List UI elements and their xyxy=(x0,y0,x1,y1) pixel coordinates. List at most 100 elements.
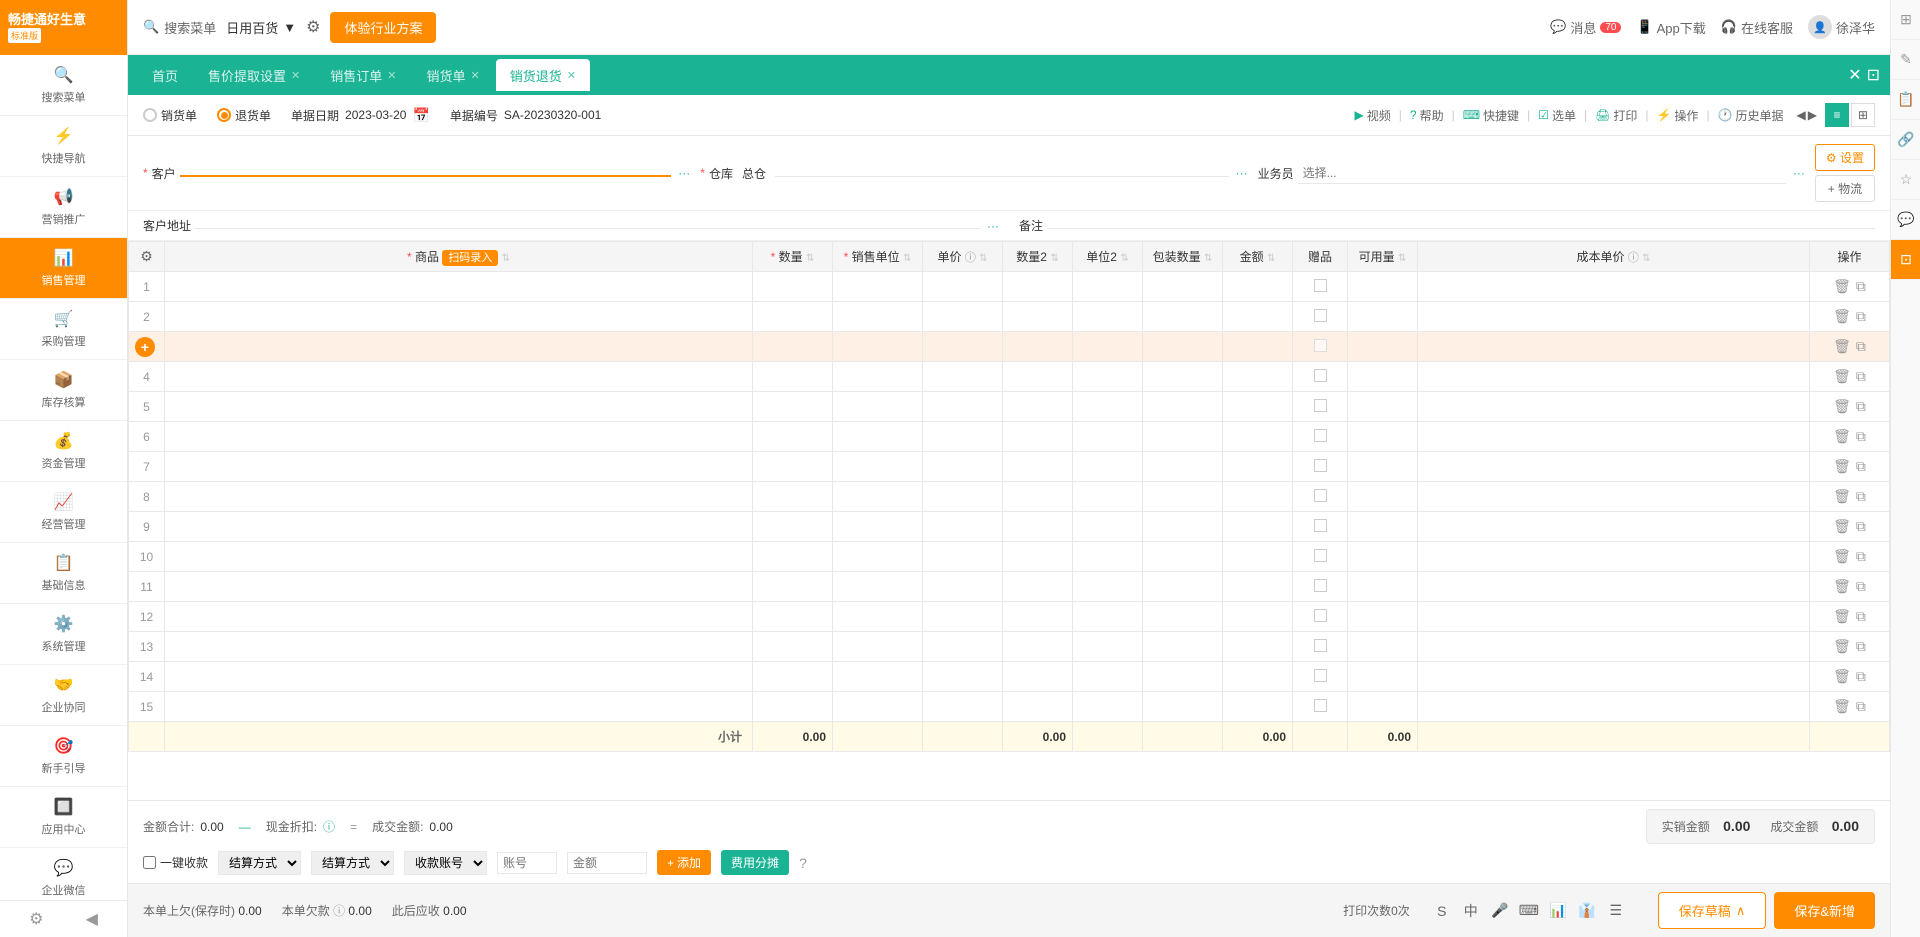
app-download-btn[interactable]: 📱 App下载 xyxy=(1636,18,1705,37)
copy-icon[interactable]: ⧉ xyxy=(1856,638,1866,655)
row-3-cost[interactable] xyxy=(1418,332,1810,362)
help-btn[interactable]: ? 帮助 xyxy=(1410,107,1444,124)
price-sort-icon[interactable]: ⇅ xyxy=(979,253,987,264)
print-btn[interactable]: 🖨 打印 xyxy=(1595,107,1637,124)
add-row-button[interactable]: + xyxy=(135,337,155,357)
search-menu-btn[interactable]: 🔍 搜索菜单 xyxy=(143,18,216,37)
row-1-qty2[interactable] xyxy=(1003,272,1073,302)
copy-icon[interactable]: ⧉ xyxy=(1856,398,1866,415)
delete-icon[interactable]: 🗑 xyxy=(1833,608,1851,625)
cost-info-icon[interactable]: ⓘ xyxy=(1628,252,1639,264)
product-sort-icon[interactable]: ⇅ xyxy=(502,253,510,264)
sidebar-item-operation[interactable]: 📈 经营管理 xyxy=(0,482,127,543)
user-menu[interactable]: 👤 徐泽华 xyxy=(1808,15,1875,39)
unit2-sort-icon[interactable]: ⇅ xyxy=(1120,253,1128,264)
save-draft-chevron-icon[interactable]: ∧ xyxy=(1736,903,1746,919)
owe-info-icon[interactable]: ⓘ xyxy=(333,904,345,918)
row-2-qty[interactable] xyxy=(753,302,833,332)
right-panel-icon-6[interactable]: 💬 xyxy=(1891,200,1920,240)
row-3-price[interactable] xyxy=(923,332,1003,362)
grid-view-btn[interactable]: ≡ xyxy=(1825,103,1849,127)
row-3-product-input[interactable] xyxy=(165,332,753,362)
row-1-unit2[interactable] xyxy=(1073,272,1143,302)
row-3-unit2[interactable] xyxy=(1073,332,1143,362)
delete-icon[interactable]: 🗑 xyxy=(1833,578,1851,595)
copy-icon[interactable]: ⧉ xyxy=(1856,548,1866,565)
notes-input[interactable] xyxy=(1047,222,1875,229)
restore-tab-icon[interactable]: ⊡ xyxy=(1867,65,1880,85)
tab-sales-order-close[interactable]: ✕ xyxy=(387,69,396,82)
copy-icon[interactable]: ⧉ xyxy=(1856,428,1866,445)
calc-method-select[interactable]: 结算方式 xyxy=(311,851,394,875)
sidebar-item-finance[interactable]: 💰 资金管理 xyxy=(0,421,127,482)
qty2-sort-icon[interactable]: ⇅ xyxy=(1050,253,1058,264)
sidebar-item-enterprise[interactable]: 🤝 企业协同 xyxy=(0,665,127,726)
right-panel-icon-7[interactable]: ⊡ xyxy=(1891,240,1920,280)
row-2-cost[interactable] xyxy=(1418,302,1810,332)
salesperson-more-btn[interactable]: ··· xyxy=(1793,166,1805,180)
copy-icon[interactable]: ⧉ xyxy=(1856,578,1866,595)
row-1-unit[interactable] xyxy=(833,272,923,302)
row-2-unit[interactable] xyxy=(833,302,923,332)
delete-icon[interactable]: 🗑 xyxy=(1833,698,1851,715)
row-2-amount[interactable] xyxy=(1223,302,1293,332)
right-panel-icon-2[interactable]: ✎ xyxy=(1891,40,1920,80)
close-tab-icon[interactable]: ✕ xyxy=(1848,65,1861,85)
bottom-icon-4[interactable]: ⌨ xyxy=(1517,899,1541,923)
row-3-available[interactable] xyxy=(1348,332,1418,362)
row-1-price[interactable] xyxy=(923,272,1003,302)
row-3-qty[interactable] xyxy=(753,332,833,362)
account-select[interactable]: 收款账号 xyxy=(404,851,487,875)
split-info-icon[interactable]: ? xyxy=(799,855,807,871)
bottom-icon-7[interactable]: ☰ xyxy=(1604,899,1628,923)
row-1-amount[interactable] xyxy=(1223,272,1293,302)
settings-icon[interactable]: ⚙ xyxy=(306,17,320,37)
copy-icon[interactable]: ⧉ xyxy=(1856,518,1866,535)
list-view-btn[interactable]: ⊞ xyxy=(1851,103,1875,127)
one-click-checkbox[interactable] xyxy=(143,856,156,869)
bottom-icon-5[interactable]: 📊 xyxy=(1546,899,1570,923)
one-click-payment[interactable]: 一键收款 xyxy=(143,854,208,871)
prev-icon[interactable]: ◀ xyxy=(1797,108,1806,122)
logistics-btn[interactable]: + 物流 xyxy=(1815,175,1875,202)
next-icon[interactable]: ▶ xyxy=(1808,108,1817,122)
copy-icon[interactable]: ⧉ xyxy=(1856,368,1866,385)
row-1-gift[interactable] xyxy=(1293,272,1348,302)
row-3-gift[interactable] xyxy=(1293,332,1348,362)
row-3-packqty[interactable] xyxy=(1143,332,1223,362)
delete-row-1-icon[interactable]: 🗑 xyxy=(1833,278,1851,295)
address-more-btn[interactable]: ··· xyxy=(987,219,999,233)
select-order-btn[interactable]: ☑ 选单 xyxy=(1538,107,1576,124)
sidebar-item-inventory[interactable]: 📦 库存核算 xyxy=(0,360,127,421)
sidebar-item-purchase[interactable]: 🛒 采购管理 xyxy=(0,299,127,360)
row-2-price[interactable] xyxy=(923,302,1003,332)
delete-icon[interactable]: 🗑 xyxy=(1833,488,1851,505)
tab-price-settings[interactable]: 售价提取设置 ✕ xyxy=(194,59,314,91)
sidebar-item-marketing[interactable]: 📢 营销推广 xyxy=(0,177,127,238)
copy-row-2-icon[interactable]: ⧉ xyxy=(1856,308,1866,325)
row-2-product[interactable] xyxy=(165,302,753,332)
save-draft-button[interactable]: 保存草稿 ∧ xyxy=(1658,892,1767,929)
customer-more-btn[interactable]: ··· xyxy=(678,166,690,180)
payment-method-select[interactable]: 结算方式 xyxy=(218,851,301,875)
delete-icon[interactable]: 🗑 xyxy=(1833,638,1851,655)
table-settings-icon[interactable]: ⚙ xyxy=(140,248,153,264)
avail-sort-icon[interactable]: ⇅ xyxy=(1398,253,1406,264)
customer-input[interactable] xyxy=(180,169,672,177)
delete-row-2-icon[interactable]: 🗑 xyxy=(1833,308,1851,325)
bottom-icon-3[interactable]: 🎤 xyxy=(1488,899,1512,923)
add-payment-btn[interactable]: + 添加 xyxy=(657,850,711,875)
row-3-qty2[interactable] xyxy=(1003,332,1073,362)
warehouse-more-btn[interactable]: ··· xyxy=(1236,166,1248,180)
copy-icon[interactable]: ⧉ xyxy=(1856,668,1866,685)
right-panel-icon-4[interactable]: 🔗 xyxy=(1891,120,1920,160)
row-3-unit[interactable] xyxy=(833,332,923,362)
row-2-packqty[interactable] xyxy=(1143,302,1223,332)
delete-icon[interactable]: 🗑 xyxy=(1833,368,1851,385)
sidebar-item-guide[interactable]: 🎯 新手引导 xyxy=(0,726,127,787)
row-1-product[interactable] xyxy=(165,272,753,302)
trial-button[interactable]: 体验行业方案 xyxy=(330,12,436,43)
account-number-input[interactable] xyxy=(497,852,557,874)
video-btn[interactable]: ▶ 视频 xyxy=(1355,107,1391,124)
product-search-input[interactable] xyxy=(171,340,746,354)
